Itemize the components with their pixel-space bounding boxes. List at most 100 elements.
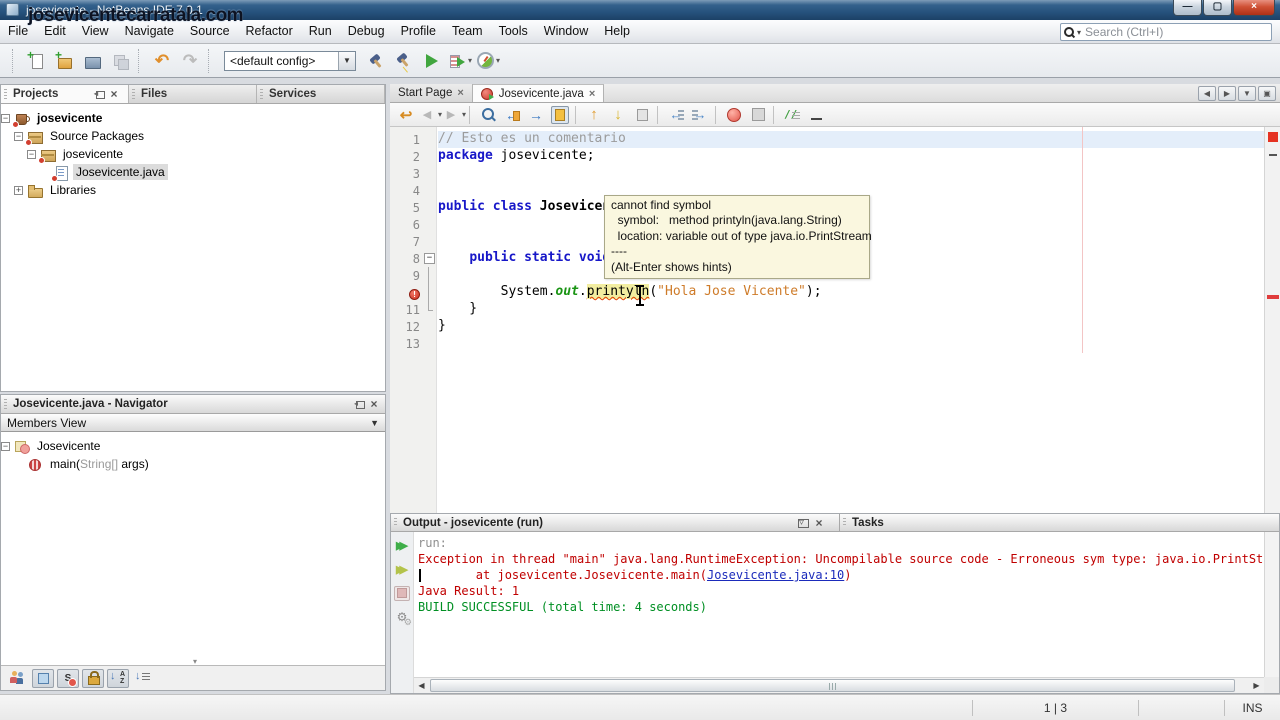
doc-tab-start-page[interactable]: Start Page × xyxy=(390,84,473,102)
gutter-row[interactable]: ! xyxy=(390,284,436,301)
error-stripe-caret-mark[interactable] xyxy=(1269,154,1277,156)
members-view-select[interactable]: Members View ▼ xyxy=(1,414,385,432)
clean-build-button[interactable] xyxy=(391,48,417,74)
tree-row[interactable]: − Source Packages xyxy=(1,127,385,146)
config-select[interactable]: <default config> ▼ xyxy=(224,50,356,71)
sort-source-filter-button[interactable] xyxy=(132,669,154,688)
navigator-item[interactable]: main(String[] args) xyxy=(1,455,385,473)
undo-button[interactable] xyxy=(149,48,175,74)
redo-button[interactable] xyxy=(177,48,203,74)
gutter-row[interactable]: 13 xyxy=(390,335,436,352)
gutter-row[interactable]: 5 xyxy=(390,199,436,216)
menu-team[interactable]: Team xyxy=(444,20,491,43)
tree-row[interactable]: − josevicente xyxy=(1,109,385,128)
tab-projects[interactable]: Projects xyxy=(1,85,129,103)
chevron-down-icon[interactable]: ▾ xyxy=(496,56,500,65)
minimize-panel-icon[interactable] xyxy=(354,398,366,410)
search-input[interactable]: ▾ Search (Ctrl+I) xyxy=(1060,23,1272,41)
open-project-button[interactable] xyxy=(79,48,105,74)
forward-button[interactable]: ▾ xyxy=(443,105,466,125)
sort-alpha-filter-button[interactable] xyxy=(107,668,129,688)
save-all-button[interactable] xyxy=(107,48,133,74)
gutter-row[interactable]: 7 xyxy=(390,233,436,250)
code-line-1[interactable]: // Esto es un comentario xyxy=(438,131,1264,148)
code-lines[interactable]: // Esto es un comentario package josevice… xyxy=(438,127,1264,513)
fold-marker[interactable] xyxy=(423,250,436,267)
uncomment-button[interactable] xyxy=(805,105,827,125)
next-bookmark-button[interactable] xyxy=(607,105,629,125)
stack-trace-link[interactable]: Josevicente.java:10 xyxy=(707,568,844,582)
chevron-down-icon[interactable]: ▾ xyxy=(468,56,472,65)
error-stripe-global-mark[interactable] xyxy=(1268,132,1278,142)
error-glyph-icon[interactable]: ! xyxy=(409,288,420,300)
fold-marker[interactable] xyxy=(423,284,436,301)
scrollbar-thumb[interactable] xyxy=(430,679,1235,692)
chevron-down-icon[interactable]: ▼ xyxy=(338,51,355,70)
collapse-icon[interactable]: − xyxy=(1,441,10,451)
last-edit-button[interactable] xyxy=(395,105,417,125)
collapse-icon[interactable]: − xyxy=(1,113,10,123)
static-filter-button[interactable] xyxy=(57,668,79,688)
tree-row[interactable]: Josevicente.java xyxy=(1,163,385,182)
doc-tab-josevicente-java[interactable]: Josevicente.java × xyxy=(472,84,605,102)
maximize-editor-button[interactable]: ▣ xyxy=(1258,85,1276,101)
pause-button[interactable] xyxy=(747,105,769,125)
output-horizontal-scrollbar[interactable]: ◀ ▶ xyxy=(414,677,1264,693)
maximize-button[interactable]: ▢ xyxy=(1203,0,1232,16)
fold-marker[interactable] xyxy=(423,267,436,284)
tree-row[interactable]: − josevicente xyxy=(1,145,385,164)
toggle-bookmark-button[interactable] xyxy=(631,105,653,125)
tasks-tab[interactable]: Tasks xyxy=(839,514,1279,531)
new-file-button[interactable] xyxy=(23,48,49,74)
output-vertical-scrollbar[interactable] xyxy=(1264,532,1279,677)
code-line-3[interactable] xyxy=(438,165,1264,182)
gutter-row[interactable]: 4 xyxy=(390,182,436,199)
gutter-row[interactable]: 12 xyxy=(390,318,436,335)
tree-row[interactable]: + Libraries xyxy=(1,181,385,199)
find-button[interactable] xyxy=(477,105,499,125)
close-button[interactable]: × xyxy=(1233,0,1275,16)
gutter-row[interactable]: 11 xyxy=(390,301,436,318)
menu-debug[interactable]: Debug xyxy=(340,20,393,43)
menu-help[interactable]: Help xyxy=(596,20,638,43)
close-window-icon[interactable] xyxy=(813,517,825,529)
shift-right-button[interactable] xyxy=(689,105,711,125)
close-tab-icon[interactable]: × xyxy=(589,88,595,100)
rerun-button[interactable] xyxy=(393,536,412,554)
menu-profile[interactable]: Profile xyxy=(393,20,444,43)
find-prev-button[interactable] xyxy=(501,105,523,125)
menu-refactor[interactable]: Refactor xyxy=(238,20,301,43)
scroll-right-arrow-icon[interactable]: ▶ xyxy=(1249,679,1264,693)
output-header[interactable]: Output - josevicente (run) Tasks xyxy=(391,514,1279,532)
collapse-icon[interactable]: − xyxy=(14,131,23,141)
non-public-filter-button[interactable] xyxy=(82,668,104,688)
rerun-debug-button[interactable] xyxy=(393,560,412,578)
tab-services[interactable]: Services xyxy=(257,85,385,103)
highlight-button[interactable] xyxy=(549,105,571,125)
title-bar[interactable]: josevicente - NetBeans IDE 7.0.1 josevic… xyxy=(0,0,1280,26)
profile-button[interactable]: ▾ xyxy=(475,48,501,74)
gutter-row[interactable]: 6 xyxy=(390,216,436,233)
opened-list-button[interactable]: ▼ xyxy=(1238,85,1256,101)
expand-icon[interactable]: + xyxy=(14,185,23,195)
navigator-header[interactable]: Josevicente.java - Navigator xyxy=(1,395,385,414)
prev-bookmark-button[interactable] xyxy=(583,105,605,125)
gutter-row[interactable]: 9 xyxy=(390,267,436,284)
close-x-icon[interactable] xyxy=(108,88,120,100)
code-line-2[interactable]: package josevicente; xyxy=(438,148,1264,165)
gutter-row[interactable]: 3 xyxy=(390,165,436,182)
search-dropdown-icon[interactable]: ▾ xyxy=(1077,28,1081,37)
menu-window[interactable]: Window xyxy=(536,20,596,43)
code-line-12[interactable]: } xyxy=(438,318,1264,335)
scroll-left-arrow-icon[interactable]: ◀ xyxy=(414,679,429,693)
tab-files[interactable]: Files xyxy=(129,85,257,103)
breakpoint-button[interactable] xyxy=(723,105,745,125)
dock-icon[interactable] xyxy=(94,88,106,100)
code-line-11[interactable]: } xyxy=(438,301,1264,318)
stop-run-button[interactable] xyxy=(393,584,412,602)
minimize-button[interactable]: — xyxy=(1173,0,1202,16)
menu-tools[interactable]: Tools xyxy=(491,20,536,43)
error-stripe[interactable] xyxy=(1264,127,1280,513)
menu-run[interactable]: Run xyxy=(301,20,340,43)
navigator-item[interactable]: − Josevicente xyxy=(1,437,385,455)
